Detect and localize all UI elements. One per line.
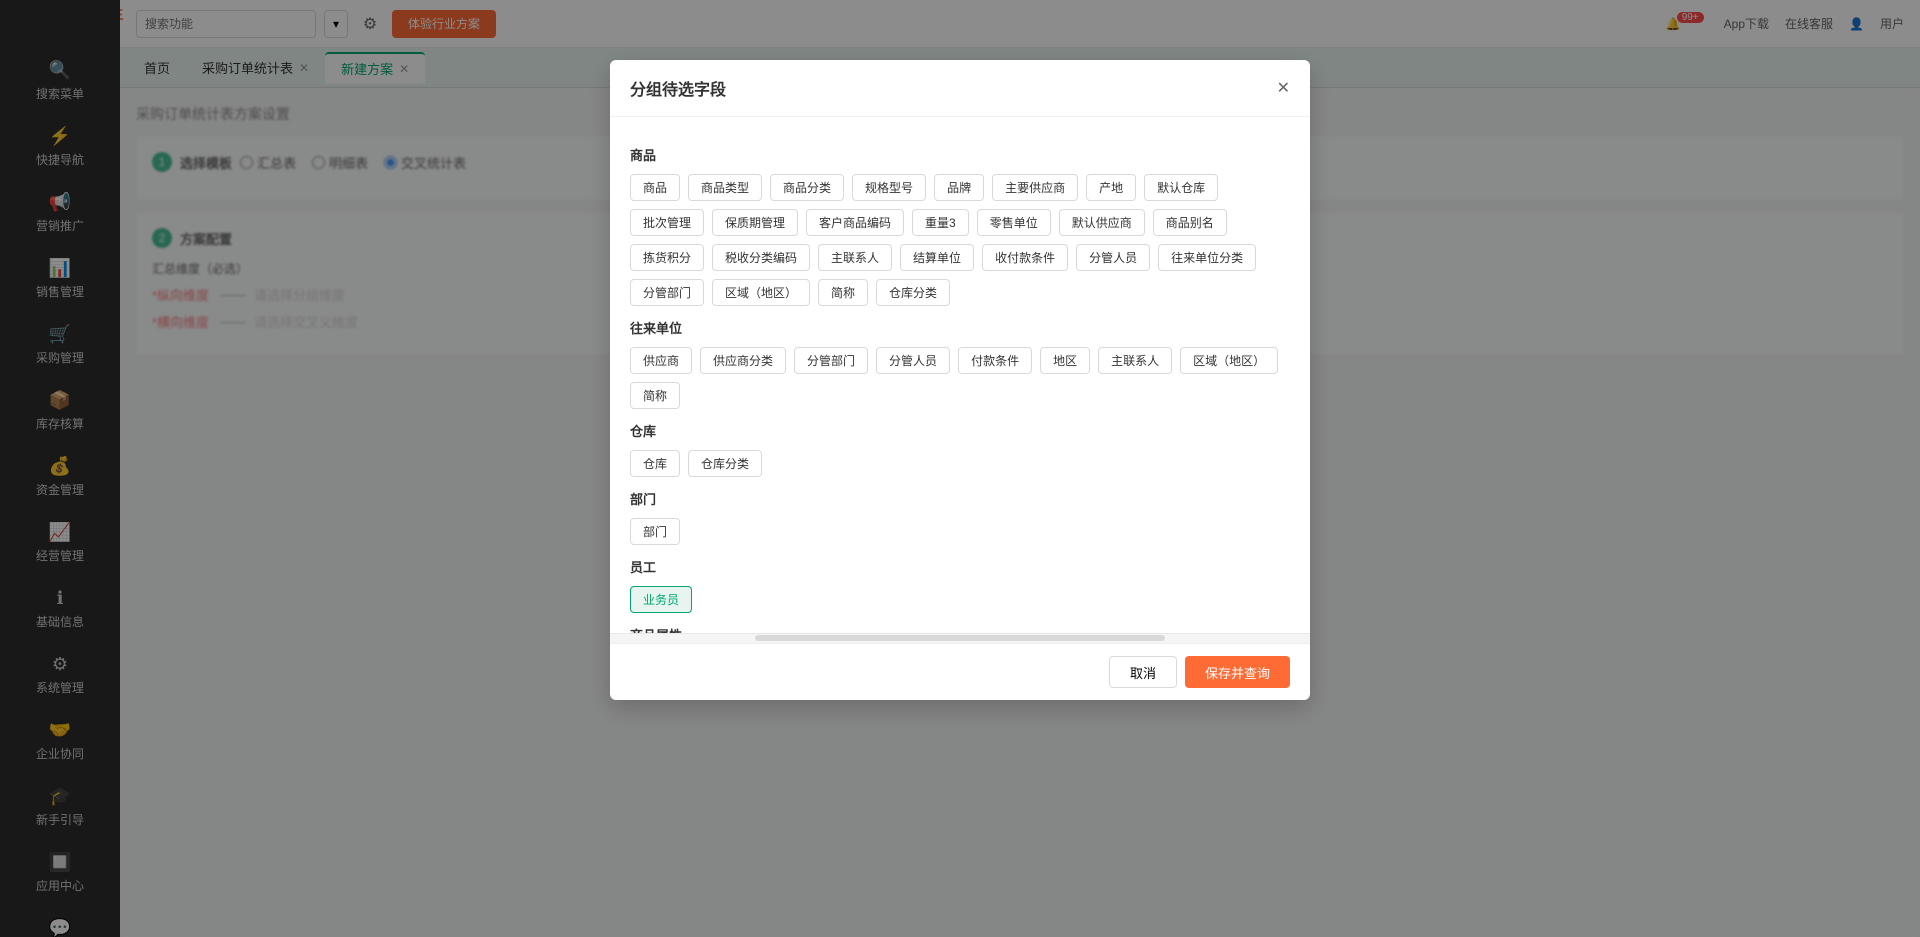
modal-body: 商品 商品 商品类型 商品分类 规格型号 品牌 主要供应商 产地 默认仓库 批次… — [610, 117, 1310, 633]
field-tag[interactable]: 部门 — [630, 518, 680, 545]
modal-close-btn[interactable]: ✕ — [1277, 78, 1290, 98]
field-tag[interactable]: 仓库分类 — [688, 450, 762, 477]
field-grid-dept: 部门 — [630, 518, 1290, 545]
modal-hscroll[interactable] — [610, 633, 1310, 643]
modal-header: 分组待选字段 ✕ — [610, 60, 1310, 117]
field-tag[interactable]: 主要供应商 — [992, 174, 1078, 201]
section-title-warehouse: 仓库 — [630, 421, 1290, 440]
field-tag[interactable]: 简称 — [818, 279, 868, 306]
field-tag[interactable]: 保质期管理 — [712, 209, 798, 236]
field-tag[interactable]: 仓库分类 — [876, 279, 950, 306]
field-grid-partner: 供应商 供应商分类 分管部门 分管人员 付款条件 地区 主联系人 区域（地区） … — [630, 347, 1290, 409]
section-title-staff: 员工 — [630, 557, 1290, 576]
section-title-dept: 部门 — [630, 489, 1290, 508]
modal-save-btn[interactable]: 保存并查询 — [1185, 656, 1290, 688]
field-tag[interactable]: 收付款条件 — [982, 244, 1068, 271]
field-tag[interactable]: 产地 — [1086, 174, 1136, 201]
field-tag[interactable]: 区域（地区） — [712, 279, 810, 306]
field-tag[interactable]: 品牌 — [934, 174, 984, 201]
field-tag[interactable]: 分管人员 — [1076, 244, 1150, 271]
field-tag[interactable]: 客户商品编码 — [806, 209, 904, 236]
field-tag[interactable]: 主联系人 — [818, 244, 892, 271]
field-tag[interactable]: 拣货积分 — [630, 244, 704, 271]
field-tag[interactable]: 主联系人 — [1098, 347, 1172, 374]
modal-title: 分组待选字段 — [630, 76, 726, 100]
modal-cancel-btn[interactable]: 取消 — [1109, 656, 1177, 688]
field-tag[interactable]: 税收分类编码 — [712, 244, 810, 271]
section-title-partner: 往来单位 — [630, 318, 1290, 337]
field-tag[interactable]: 结算单位 — [900, 244, 974, 271]
field-tag[interactable]: 分管部门 — [794, 347, 868, 374]
field-tag[interactable]: 供应商 — [630, 347, 692, 374]
field-tag[interactable]: 重量3 — [912, 209, 969, 236]
field-tag[interactable]: 付款条件 — [958, 347, 1032, 374]
field-tag[interactable]: 商品别名 — [1153, 209, 1227, 236]
field-tag[interactable]: 默认仓库 — [1144, 174, 1218, 201]
field-tag[interactable]: 商品分类 — [770, 174, 844, 201]
field-tag[interactable]: 默认供应商 — [1059, 209, 1145, 236]
field-tag[interactable]: 零售单位 — [977, 209, 1051, 236]
modal-overlay: 分组待选字段 ✕ 商品 商品 商品类型 商品分类 规格型号 品牌 主要供应商 产… — [0, 0, 1920, 937]
field-select-modal: 分组待选字段 ✕ 商品 商品 商品类型 商品分类 规格型号 品牌 主要供应商 产… — [610, 60, 1310, 700]
field-tag-staff-bizman[interactable]: 业务员 — [630, 586, 692, 613]
field-tag[interactable]: 地区 — [1040, 347, 1090, 374]
section-title-attr: 商品属性 — [630, 625, 1290, 633]
field-grid-staff: 业务员 — [630, 586, 1290, 613]
field-tag[interactable]: 往来单位分类 — [1158, 244, 1256, 271]
field-tag[interactable]: 区域（地区） — [1180, 347, 1278, 374]
field-grid-warehouse: 仓库 仓库分类 — [630, 450, 1290, 477]
field-grid-goods: 商品 商品类型 商品分类 规格型号 品牌 主要供应商 产地 默认仓库 批次管理 … — [630, 174, 1290, 306]
field-tag[interactable]: 商品 — [630, 174, 680, 201]
field-tag[interactable]: 批次管理 — [630, 209, 704, 236]
field-tag[interactable]: 分管人员 — [876, 347, 950, 374]
field-tag[interactable]: 仓库 — [630, 450, 680, 477]
field-tag[interactable]: 简称 — [630, 382, 680, 409]
field-tag[interactable]: 分管部门 — [630, 279, 704, 306]
field-tag[interactable]: 规格型号 — [852, 174, 926, 201]
modal-footer: 取消 保存并查询 — [610, 643, 1310, 700]
field-tag[interactable]: 商品类型 — [688, 174, 762, 201]
section-title-goods: 商品 — [630, 145, 1290, 164]
field-tag[interactable]: 供应商分类 — [700, 347, 786, 374]
